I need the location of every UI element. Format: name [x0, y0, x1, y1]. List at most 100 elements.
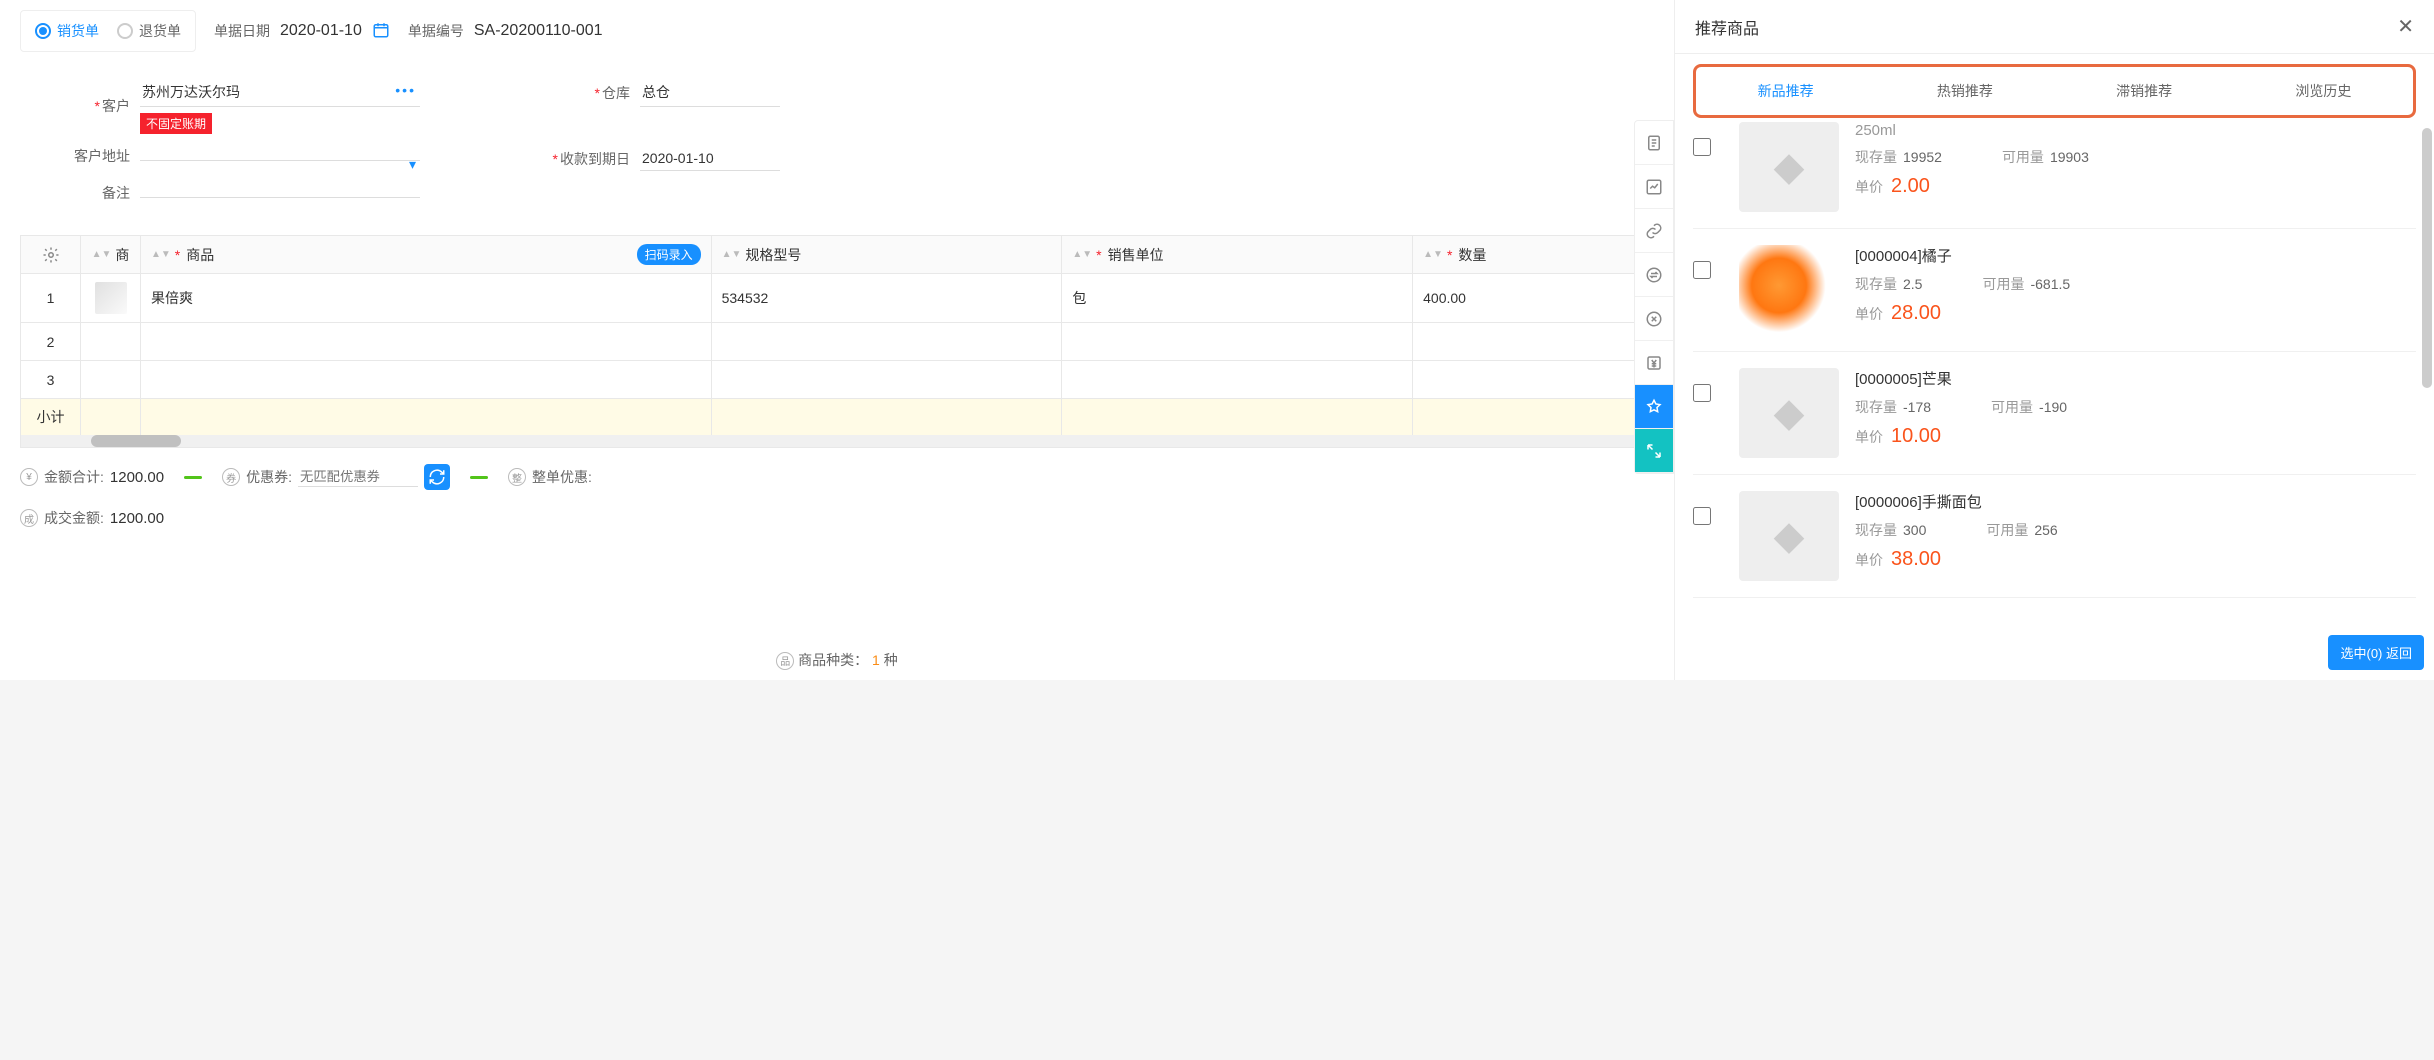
vertical-scrollbar[interactable] [2422, 128, 2432, 388]
horizontal-scrollbar[interactable] [21, 435, 1653, 447]
product-image: ◆ [1739, 368, 1839, 458]
rail-exchange-icon[interactable] [1635, 253, 1673, 297]
sales-order-form: 销货单 退货单 单据日期 2020-01-10 单据编号 SA-20200110… [0, 0, 1674, 680]
product-kinds-summary: 品 商品种类： 1 种 [0, 650, 1674, 670]
rail-chart-icon[interactable] [1635, 165, 1673, 209]
label: 单据编号 [408, 21, 464, 41]
sort-icon: ▲▼ [1423, 252, 1443, 258]
table-row[interactable]: 2 [21, 323, 1653, 361]
product-name: [0000004]橘子 [1855, 245, 2416, 266]
product-unit[interactable]: 包 [1062, 274, 1413, 322]
doc-no-field: 单据编号 SA-20200110-001 [408, 21, 603, 41]
close-icon[interactable]: ✕ [2397, 14, 2414, 39]
deal-icon: 成 [20, 509, 38, 527]
price-value: 10.00 [1891, 425, 1941, 447]
tab-return-order[interactable]: 退货单 [117, 21, 181, 41]
item-checkbox[interactable] [1693, 261, 1711, 279]
rail-receipt-icon[interactable] [1635, 297, 1673, 341]
select-return-button[interactable]: 选中(0) 返回 [2328, 635, 2424, 670]
tab-label: 退货单 [139, 21, 181, 41]
chevron-down-icon[interactable]: ▾ [409, 156, 416, 173]
row-index: 1 [21, 274, 81, 322]
yen-icon: ¥ [20, 468, 38, 486]
discount-icon: 整 [508, 468, 526, 486]
refresh-coupon-button[interactable] [424, 464, 450, 490]
item-checkbox[interactable] [1693, 384, 1711, 402]
radio-icon [117, 23, 133, 39]
col-unit[interactable]: ▲▼*销售单位 [1062, 236, 1413, 273]
product-qty[interactable]: 400.00 [1413, 274, 1653, 322]
tab-hot[interactable]: 热销推荐 [1875, 67, 2054, 115]
due-date-field: *收款到期日 2020-01-10 [540, 146, 780, 171]
sort-icon: ▲▼ [151, 252, 171, 258]
scan-input-button[interactable]: 扫码录入 [637, 244, 701, 265]
recommend-panel: 推荐商品 ✕ 新品推荐 热销推荐 滞销推荐 浏览历史 ◆ 250ml 现存量19… [1674, 0, 2434, 680]
list-item[interactable]: ◆ 250ml 现存量19952 可用量19903 单价2.00 [1693, 122, 2416, 229]
rail-expand-icon[interactable] [1635, 429, 1673, 473]
coupon-input[interactable] [298, 467, 418, 487]
tab-label: 销货单 [57, 21, 99, 41]
price-value: 2.00 [1891, 175, 1930, 197]
sort-icon: ▲▼ [92, 252, 112, 258]
due-date-input[interactable]: 2020-01-10 [640, 146, 780, 171]
customer-input[interactable]: 苏州万达沃尔玛 ••• [140, 78, 420, 107]
product-name: [0000005]芒果 [1855, 368, 2416, 389]
account-period-tag: 不固定账期 [140, 113, 212, 134]
avail-value: -681.5 [2030, 276, 2070, 292]
price-value: 38.00 [1891, 548, 1941, 570]
customer-field: *客户 苏州万达沃尔玛 ••• 不固定账期 [40, 78, 420, 134]
warehouse-input[interactable]: 总仓 [640, 78, 780, 107]
rail-doc-icon[interactable] [1635, 121, 1673, 165]
stock-value: -178 [1903, 399, 1931, 415]
table-row[interactable]: 3 [21, 361, 1653, 399]
product-thumb [81, 274, 141, 322]
tab-history[interactable]: 浏览历史 [2234, 67, 2413, 115]
rail-link-icon[interactable] [1635, 209, 1673, 253]
coupon-icon: 券 [222, 468, 240, 486]
settings-column[interactable] [21, 236, 81, 273]
doc-date-value[interactable]: 2020-01-10 [280, 22, 362, 40]
order-discount: 整 整单优惠: [508, 467, 592, 487]
list-item[interactable]: ◆ [0000005]芒果 现存量-178 可用量-190 单价10.00 [1693, 352, 2416, 475]
col-qty[interactable]: ▲▼*数量 [1413, 236, 1653, 273]
tab-new[interactable]: 新品推荐 [1696, 67, 1875, 115]
tab-slow[interactable]: 滞销推荐 [2055, 67, 2234, 115]
col-spec[interactable]: ▲▼规格型号 [712, 236, 1063, 273]
address-field: 客户地址 ▾ [40, 146, 420, 166]
product-name[interactable]: 果倍爽 [141, 274, 712, 322]
calendar-icon[interactable] [372, 21, 390, 42]
minus-icon [470, 476, 488, 479]
more-icon[interactable]: ••• [395, 82, 416, 98]
doc-no-value: SA-20200110-001 [474, 22, 603, 40]
rail-star-icon[interactable] [1635, 385, 1673, 429]
list-item[interactable]: ◆ [0000006]手撕面包 现存量300 可用量256 单价38.00 [1693, 475, 2416, 598]
sort-icon: ▲▼ [1072, 252, 1092, 258]
panel-title: 推荐商品 [1695, 15, 1759, 39]
product-spec[interactable]: 534532 [712, 274, 1063, 322]
coupon-field: 券 优惠券: [222, 464, 450, 490]
product-name: [0000006]手撕面包 [1855, 491, 2416, 512]
table-row[interactable]: 1 果倍爽 534532 包 400.00 [21, 274, 1653, 323]
gear-icon [42, 246, 60, 264]
sort-icon: ▲▼ [722, 252, 742, 258]
recommend-tabs: 新品推荐 热销推荐 滞销推荐 浏览历史 [1693, 64, 2416, 118]
row-index: 3 [21, 361, 81, 398]
warehouse-field: *仓库 总仓 [540, 78, 780, 107]
rail-yen-icon[interactable] [1635, 341, 1673, 385]
item-checkbox[interactable] [1693, 138, 1711, 156]
product-image: ◆ [1739, 122, 1839, 212]
row-index: 2 [21, 323, 81, 360]
address-input[interactable]: ▾ [140, 152, 420, 161]
col-product[interactable]: ▲▼ *商品 扫码录入 [141, 236, 712, 273]
tab-sales-order[interactable]: 销货单 [35, 21, 99, 41]
list-item[interactable]: [0000004]橘子 现存量2.5 可用量-681.5 单价28.00 [1693, 229, 2416, 352]
recommend-list[interactable]: ◆ 250ml 现存量19952 可用量19903 单价2.00 [000000… [1675, 118, 2434, 625]
col-image[interactable]: ▲▼商 [81, 236, 141, 273]
label: 单据日期 [214, 21, 270, 41]
remark-input[interactable] [140, 189, 420, 198]
order-type-tabs: 销货单 退货单 [20, 10, 196, 52]
radio-icon [35, 23, 51, 39]
item-checkbox[interactable] [1693, 507, 1711, 525]
line-items-table: ▲▼商 ▲▼ *商品 扫码录入 ▲▼规格型号 ▲▼*销售单位 ▲▼*数量 1 果… [20, 235, 1654, 448]
remark-field: 备注 [40, 183, 420, 203]
